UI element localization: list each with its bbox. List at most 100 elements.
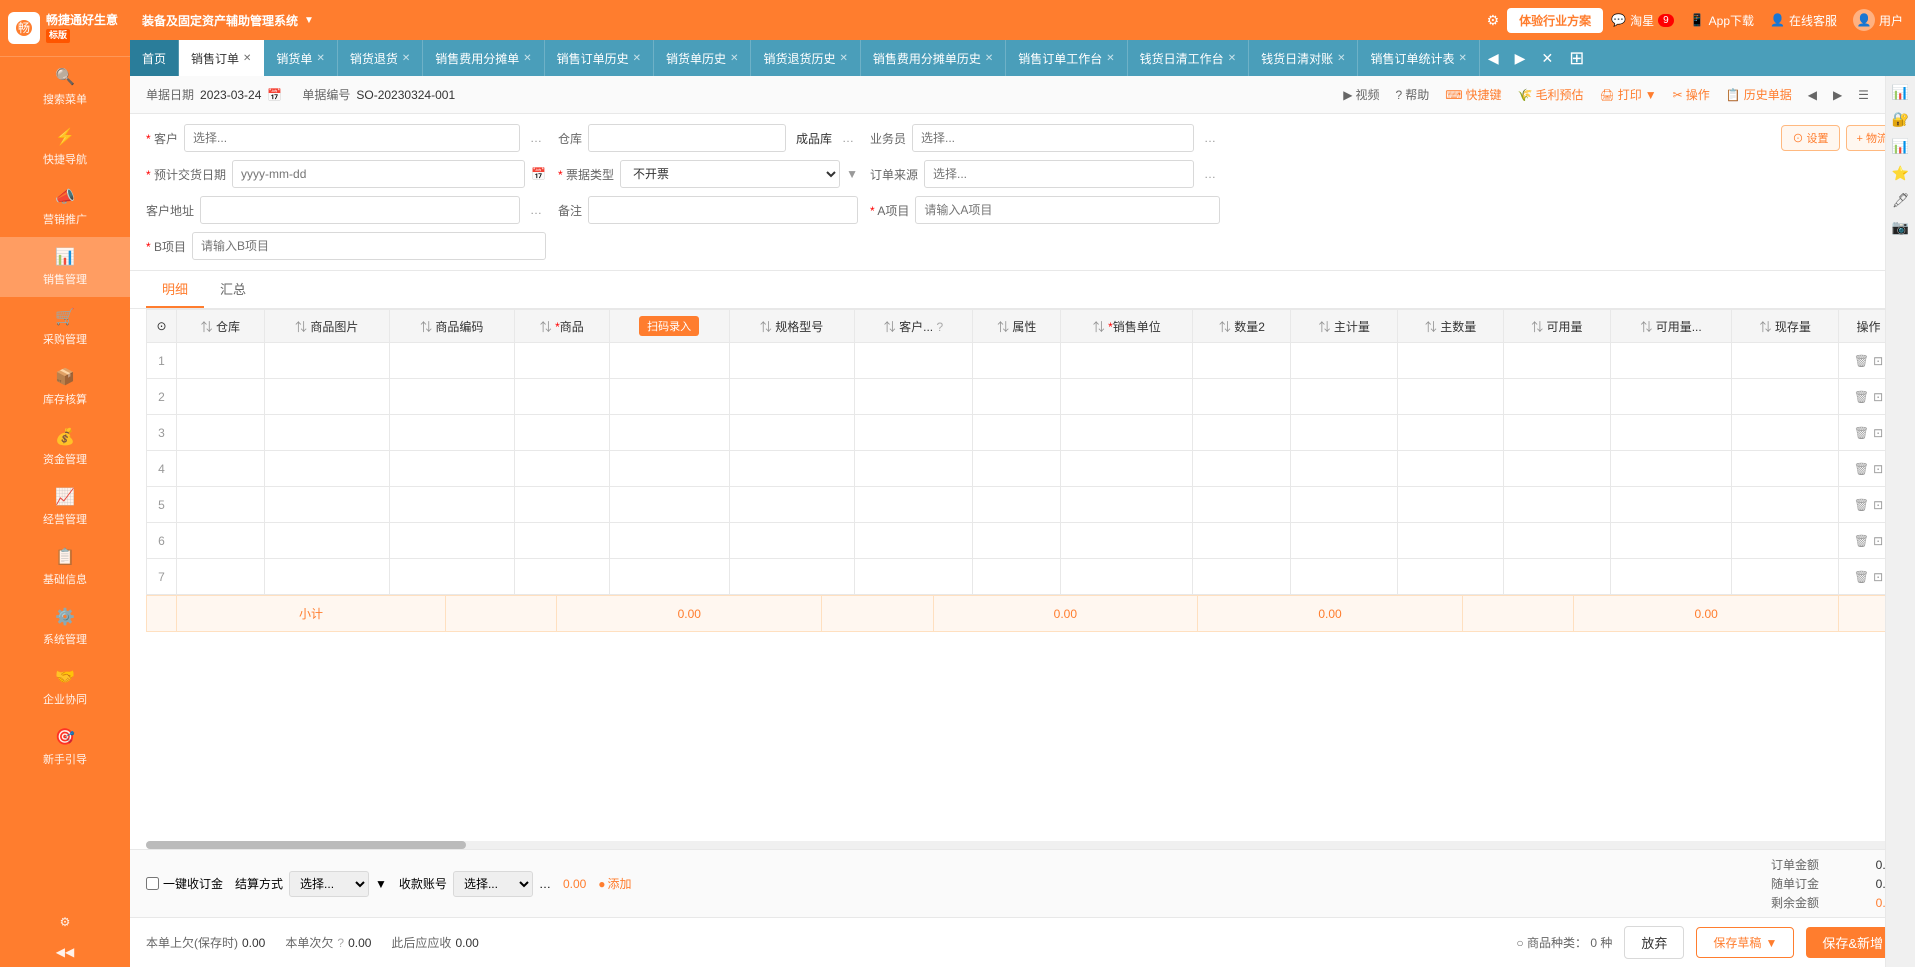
one-click-label[interactable]: 一键收订金 bbox=[146, 875, 223, 892]
table-cell[interactable] bbox=[854, 523, 973, 559]
table-cell[interactable] bbox=[1610, 451, 1732, 487]
copy-icon[interactable]: ⊡ bbox=[1873, 534, 1883, 548]
tab-close-icon[interactable]: ✕ bbox=[839, 53, 847, 64]
account-more-icon[interactable]: … bbox=[539, 877, 551, 891]
warehouse-input[interactable] bbox=[588, 124, 786, 152]
delivery-calendar-icon[interactable]: 📅 bbox=[531, 167, 546, 181]
table-cell[interactable] bbox=[1397, 451, 1503, 487]
table-cell[interactable] bbox=[973, 415, 1061, 451]
tab-close-icon[interactable]: ✕ bbox=[1337, 53, 1345, 64]
table-cell[interactable] bbox=[1193, 415, 1291, 451]
table-cell[interactable] bbox=[854, 343, 973, 379]
table-cell[interactable] bbox=[514, 451, 609, 487]
table-cell[interactable] bbox=[264, 559, 389, 595]
one-click-checkbox[interactable] bbox=[146, 877, 159, 890]
table-cell[interactable] bbox=[1504, 487, 1610, 523]
table-cell[interactable] bbox=[264, 451, 389, 487]
table-cell[interactable] bbox=[1397, 523, 1503, 559]
save-draft-btn[interactable]: 保存草稿 ▼ bbox=[1696, 927, 1794, 958]
copy-icon[interactable]: ⊡ bbox=[1873, 570, 1883, 584]
scan-btn[interactable]: 扫码录入 bbox=[639, 316, 699, 336]
sidebar-item-inventory[interactable]: 📦 库存核算 bbox=[0, 357, 130, 417]
scroll-bar[interactable] bbox=[146, 841, 1899, 849]
table-cell[interactable] bbox=[609, 487, 729, 523]
table-cell[interactable] bbox=[609, 379, 729, 415]
table-cell[interactable] bbox=[1193, 343, 1291, 379]
customer-input[interactable] bbox=[184, 124, 520, 152]
sidebar-item-search[interactable]: 🔍 搜索菜单 bbox=[0, 57, 130, 117]
message-item[interactable]: 💬 淘星 9 bbox=[1611, 12, 1674, 29]
table-cell[interactable] bbox=[1193, 487, 1291, 523]
account-select[interactable]: 选择... bbox=[453, 871, 533, 897]
table-cell[interactable] bbox=[1061, 379, 1193, 415]
right-panel-icon-4[interactable]: ⭐ bbox=[1892, 165, 1909, 182]
help-btn[interactable]: ? 帮助 bbox=[1392, 84, 1434, 105]
sidebar-collapse-btn[interactable]: ◀◀ bbox=[0, 937, 130, 967]
table-cell[interactable] bbox=[177, 523, 265, 559]
tab-prev-btn[interactable]: ◀ bbox=[1480, 40, 1507, 76]
table-cell[interactable] bbox=[854, 415, 973, 451]
copy-icon[interactable]: ⊡ bbox=[1873, 390, 1883, 404]
tab-menu-btn[interactable]: ⊞ bbox=[1561, 40, 1592, 76]
table-cell[interactable] bbox=[1061, 415, 1193, 451]
table-cell[interactable] bbox=[609, 559, 729, 595]
table-cell[interactable] bbox=[973, 487, 1061, 523]
table-cell[interactable] bbox=[1732, 487, 1839, 523]
table-cell[interactable] bbox=[1610, 487, 1732, 523]
table-cell[interactable] bbox=[1061, 523, 1193, 559]
copy-icon[interactable]: ⊡ bbox=[1873, 426, 1883, 440]
table-cell[interactable] bbox=[973, 523, 1061, 559]
tab-close-icon[interactable]: ✕ bbox=[243, 53, 251, 64]
table-cell[interactable] bbox=[729, 379, 854, 415]
table-cell[interactable] bbox=[1504, 415, 1610, 451]
table-cell[interactable] bbox=[609, 451, 729, 487]
table-cell[interactable] bbox=[854, 451, 973, 487]
table-cell[interactable] bbox=[729, 523, 854, 559]
table-cell[interactable] bbox=[1291, 451, 1397, 487]
app-download-item[interactable]: 📱 App下载 bbox=[1690, 12, 1754, 29]
payment-dropdown-icon[interactable]: ▼ bbox=[375, 877, 387, 891]
th-settings[interactable]: ⊙ bbox=[147, 310, 177, 343]
right-panel-icon-1[interactable]: 📊 bbox=[1892, 84, 1909, 101]
table-cell[interactable] bbox=[1610, 523, 1732, 559]
history-btn[interactable]: 📋 历史单据 bbox=[1722, 84, 1796, 105]
table-cell[interactable] bbox=[1732, 415, 1839, 451]
table-cell[interactable] bbox=[1732, 451, 1839, 487]
table-cell[interactable] bbox=[389, 523, 514, 559]
sidebar-item-operations[interactable]: 📈 经营管理 bbox=[0, 477, 130, 537]
sidebar-item-sales[interactable]: 📊 销售管理 bbox=[0, 237, 130, 297]
copy-icon[interactable]: ⊡ bbox=[1873, 498, 1883, 512]
sidebar-item-newbie[interactable]: 🎯 新手引导 bbox=[0, 717, 130, 777]
table-cell[interactable] bbox=[389, 379, 514, 415]
copy-icon[interactable]: ⊡ bbox=[1873, 354, 1883, 368]
tab-return-history[interactable]: 销货退货历史 ✕ bbox=[751, 40, 860, 76]
profit-btn[interactable]: 🌾 毛利预估 bbox=[1514, 84, 1588, 105]
table-cell[interactable] bbox=[1610, 343, 1732, 379]
table-cell[interactable] bbox=[1504, 343, 1610, 379]
table-cell[interactable] bbox=[177, 343, 265, 379]
b-project-input[interactable] bbox=[192, 232, 546, 260]
table-cell[interactable] bbox=[1732, 343, 1839, 379]
tab-sales-order-history[interactable]: 销售订单历史 ✕ bbox=[545, 40, 654, 76]
table-cell[interactable] bbox=[1732, 379, 1839, 415]
address-more-icon[interactable]: … bbox=[526, 203, 546, 217]
table-cell[interactable] bbox=[264, 343, 389, 379]
sidebar-item-base-info[interactable]: 📋 基础信息 bbox=[0, 537, 130, 597]
right-panel-icon-6[interactable]: 📷 bbox=[1892, 219, 1909, 236]
table-cell[interactable] bbox=[514, 379, 609, 415]
table-cell[interactable] bbox=[1610, 559, 1732, 595]
settings-btn[interactable]: ⊙ 设置 bbox=[1781, 125, 1839, 151]
address-input[interactable] bbox=[200, 196, 520, 224]
table-cell[interactable] bbox=[1397, 487, 1503, 523]
tab-daily-reconcile[interactable]: 钱货日清对账 ✕ bbox=[1249, 40, 1358, 76]
print-btn[interactable]: 🖨 打印 ▼ bbox=[1596, 84, 1661, 105]
table-cell[interactable] bbox=[389, 451, 514, 487]
table-cell[interactable] bbox=[1193, 559, 1291, 595]
tab-close-all-btn[interactable]: ✕ bbox=[1533, 40, 1561, 76]
table-cell[interactable] bbox=[1061, 451, 1193, 487]
table-cell[interactable] bbox=[854, 379, 973, 415]
table-cell[interactable] bbox=[729, 559, 854, 595]
invoice-select[interactable]: 不开票 bbox=[620, 160, 840, 188]
table-cell[interactable] bbox=[514, 415, 609, 451]
operation-btn[interactable]: ✂ 操作 bbox=[1669, 84, 1714, 105]
